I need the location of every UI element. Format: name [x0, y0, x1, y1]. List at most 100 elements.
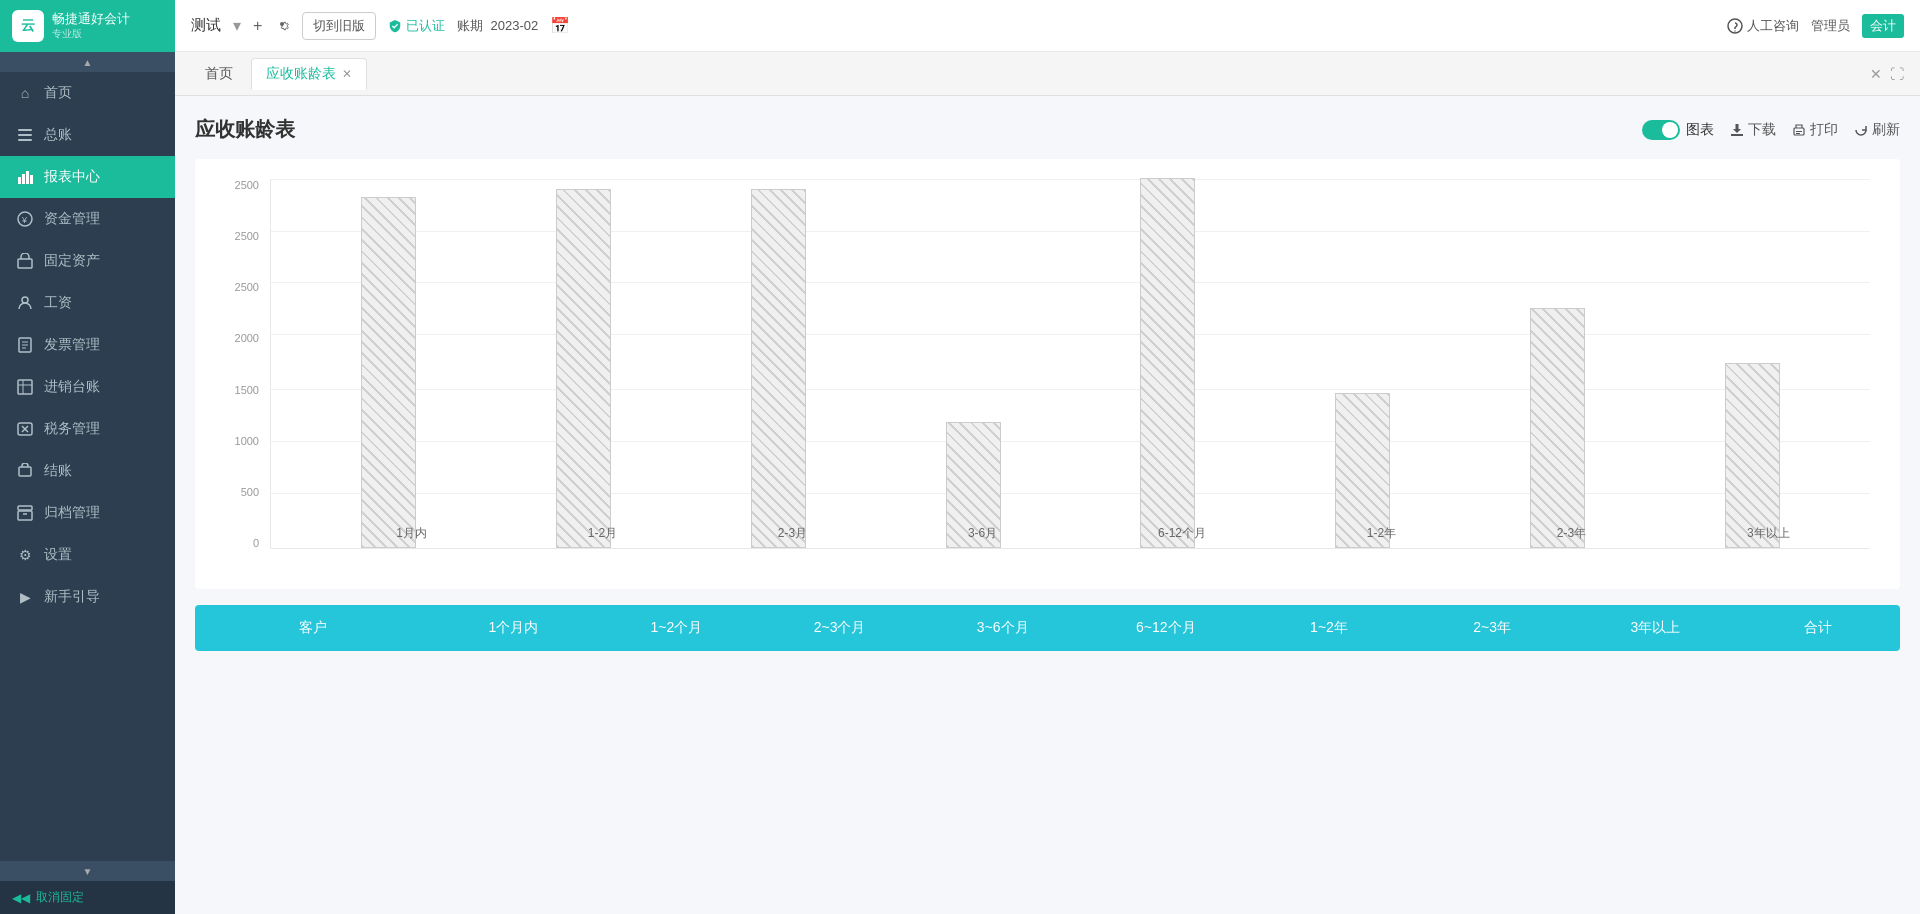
th-total: 合计	[1737, 605, 1900, 651]
capital-icon: ¥	[16, 210, 34, 228]
logo-text: 畅捷通好会计 专业版	[52, 11, 130, 42]
sidebar-item-label: 首页	[44, 84, 72, 102]
svg-rect-3	[18, 177, 21, 184]
period-label: 账期 2023-02	[457, 17, 538, 35]
tab-home-label: 首页	[205, 65, 233, 83]
sidebar-item-invoice[interactable]: 发票管理	[0, 324, 175, 366]
y-label-2500-2: 2500	[235, 230, 259, 242]
unpin-icon: ◀◀	[12, 891, 30, 905]
unpin-button[interactable]: ◀◀ 取消固定	[0, 881, 175, 914]
tax-icon	[16, 420, 34, 438]
tab-aging[interactable]: 应收账龄表 ✕	[251, 58, 367, 90]
logo-name: 畅捷通好会计	[52, 11, 130, 28]
svg-point-26	[1734, 30, 1735, 31]
sidebar-item-fixed[interactable]: 固定资产	[0, 240, 175, 282]
print-button[interactable]: 打印	[1792, 121, 1838, 139]
report-header: 应收账龄表 图表 下载 打印 刷新	[195, 116, 1900, 143]
add-workspace-button[interactable]: +	[253, 17, 262, 35]
th-3year-plus: 3年以上	[1574, 605, 1737, 651]
topbar-right: 人工咨询 管理员 会计	[1727, 14, 1904, 38]
sidebar-item-label: 新手引导	[44, 588, 100, 606]
bar-group-2	[556, 189, 611, 548]
tab-close-window-icon[interactable]: ✕	[1870, 66, 1882, 82]
print-label: 打印	[1810, 121, 1838, 139]
y-label-2500-3: 2500	[235, 281, 259, 293]
sidebar-scroll-up[interactable]: ▲	[0, 52, 175, 72]
th-6-12month: 6~12个月	[1084, 605, 1247, 651]
y-label-2000: 2000	[235, 332, 259, 344]
sidebar-item-settings[interactable]: ⚙ 设置	[0, 534, 175, 576]
cert-status: 已认证	[388, 17, 445, 35]
svg-rect-2	[18, 139, 32, 141]
cert-label: 已认证	[406, 17, 445, 35]
workspace-chevron[interactable]: ▾	[233, 16, 241, 35]
bar-group-7	[1530, 308, 1585, 549]
sidebar-item-trade[interactable]: 进销台账	[0, 366, 175, 408]
sidebar-item-capital[interactable]: ¥ 资金管理	[0, 198, 175, 240]
svg-text:¥: ¥	[21, 215, 28, 225]
x-label-5: 6-12个月	[1158, 525, 1206, 542]
trade-icon	[16, 378, 34, 396]
th-customer: 客户	[195, 605, 432, 651]
report-actions: 图表 下载 打印 刷新	[1642, 120, 1900, 140]
svg-rect-9	[18, 259, 32, 268]
th-2-3month: 2~3个月	[758, 605, 921, 651]
switch-old-version-button[interactable]: 切到旧版	[302, 12, 376, 40]
sidebar-item-ledger[interactable]: 总账	[0, 114, 175, 156]
sidebar-scroll-down[interactable]: ▼	[0, 861, 175, 881]
sidebar-item-guide[interactable]: ▶ 新手引导	[0, 576, 175, 618]
sidebar-item-label: 税务管理	[44, 420, 100, 438]
download-button[interactable]: 下载	[1730, 121, 1776, 139]
th-2-3year: 2~3年	[1411, 605, 1574, 651]
sidebar-item-label: 归档管理	[44, 504, 100, 522]
refresh-button[interactable]: 刷新	[1854, 121, 1900, 139]
report-title: 应收账龄表	[195, 116, 295, 143]
sidebar-item-salary[interactable]: 工资	[0, 282, 175, 324]
role-badge[interactable]: 会计	[1862, 14, 1904, 38]
tabs-bar: 首页 应收账龄表 ✕ ✕ ⛶	[175, 52, 1920, 96]
sidebar-item-tax[interactable]: 税务管理	[0, 408, 175, 450]
calendar-icon[interactable]: 📅	[550, 16, 570, 35]
sidebar-item-home[interactable]: ⌂ 首页	[0, 72, 175, 114]
tab-close-icon[interactable]: ✕	[342, 67, 352, 81]
bar-2-3month	[751, 189, 806, 548]
workspace-title: 测试	[191, 16, 221, 35]
sidebar-nav: ⌂ 首页 总账 报表中心 ¥ 资金管	[0, 72, 175, 861]
tab-expand-icon[interactable]: ⛶	[1890, 66, 1904, 82]
main-area: 测试 ▾ + 切到旧版 已认证 账期 2023-02 📅 人工咨询 管理员 会计	[175, 0, 1920, 914]
svg-rect-0	[18, 129, 32, 131]
consult-button[interactable]: 人工咨询	[1727, 17, 1799, 35]
x-label-1: 1月内	[396, 525, 427, 542]
y-label-500: 500	[241, 486, 259, 498]
salary-icon	[16, 294, 34, 312]
svg-rect-1	[18, 134, 32, 136]
archive-icon	[16, 504, 34, 522]
workspace-settings-icon[interactable]	[274, 16, 290, 36]
table-header: 客户 1个月内 1~2个月 2~3个月 3~6个月 6~12个月 1~2年 2~…	[195, 605, 1900, 651]
invoice-icon	[16, 336, 34, 354]
tab-home[interactable]: 首页	[191, 59, 247, 89]
close-account-icon	[16, 462, 34, 480]
guide-icon: ▶	[16, 588, 34, 606]
sidebar-item-archive[interactable]: 归档管理	[0, 492, 175, 534]
tab-window-icons: ✕ ⛶	[1870, 66, 1904, 82]
chart-plot: 1月内 1-2月 2-3月 3-6月 6-12个月 1-2年 2-3年 3年以上	[270, 179, 1870, 549]
x-label-3: 2-3月	[778, 525, 807, 542]
manager-label[interactable]: 管理员	[1811, 17, 1850, 35]
svg-point-10	[22, 297, 28, 303]
svg-rect-22	[18, 506, 32, 510]
chart-toggle[interactable]	[1642, 120, 1680, 140]
th-1month: 1个月内	[432, 605, 595, 651]
settings-icon: ⚙	[16, 546, 34, 564]
logo-icon: 云	[12, 10, 44, 42]
th-3-6month: 3~6个月	[921, 605, 1084, 651]
sidebar-item-label: 结账	[44, 462, 72, 480]
report-icon	[16, 168, 34, 186]
sidebar-item-label: 发票管理	[44, 336, 100, 354]
sidebar-item-label: 固定资产	[44, 252, 100, 270]
sidebar: 云 畅捷通好会计 专业版 ▲ ⌂ 首页 总账 报表中心	[0, 0, 175, 914]
svg-rect-29	[1796, 133, 1800, 134]
sidebar-item-close[interactable]: 结账	[0, 450, 175, 492]
consult-label: 人工咨询	[1747, 17, 1799, 35]
sidebar-item-report[interactable]: 报表中心	[0, 156, 175, 198]
